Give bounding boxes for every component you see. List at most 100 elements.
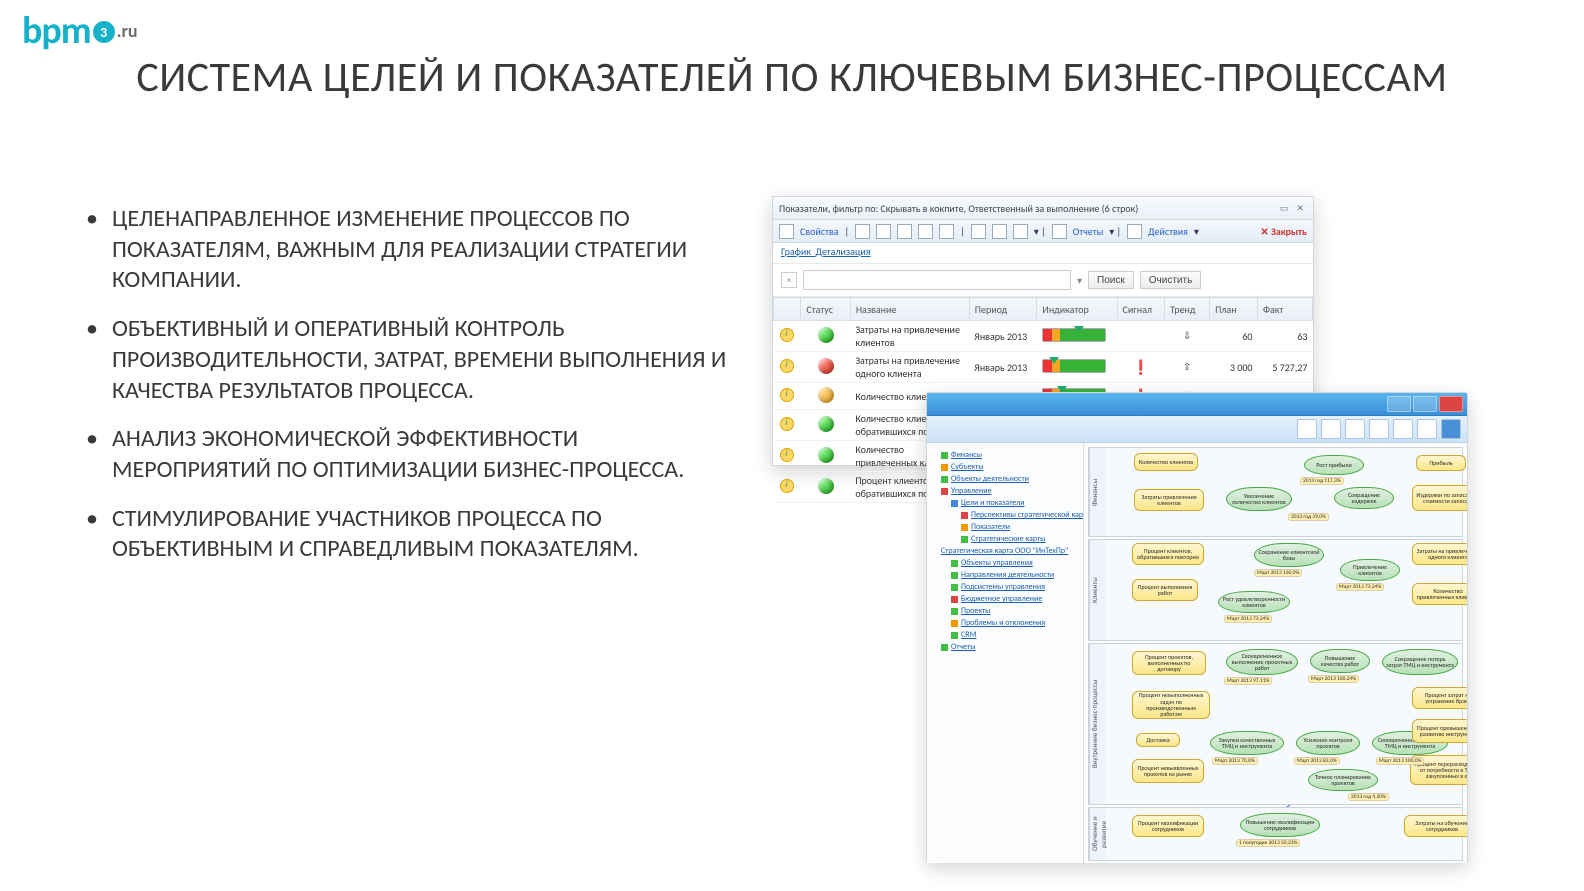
map-node[interactable]: Увеличение количества клиентов: [1226, 487, 1292, 511]
refresh-icon[interactable]: [992, 224, 1007, 239]
map-node[interactable]: Усиление контроля проектов: [1296, 731, 1360, 755]
status-dot: [818, 478, 834, 494]
save-icon[interactable]: [897, 224, 912, 239]
map-node[interactable]: Затраты привлечения клиентов: [1134, 489, 1204, 511]
map-node[interactable]: Издержки по запасам (% стоимости запасов…: [1412, 485, 1467, 511]
close-button[interactable]: ✕ Закрыть: [1260, 225, 1307, 238]
map-node[interactable]: Рост прибыли: [1304, 455, 1364, 475]
toolbar-properties[interactable]: Свойства: [800, 225, 838, 238]
filter-icon[interactable]: [1013, 224, 1028, 239]
col-c4[interactable]: Индикатор: [1037, 298, 1117, 321]
tree-item[interactable]: Отчеты: [931, 641, 1079, 653]
info-icon[interactable]: [780, 388, 794, 402]
tool-icon[interactable]: [1297, 419, 1317, 439]
tree-item[interactable]: Бюджетное управление: [931, 593, 1079, 605]
tree-item[interactable]: Объекты управления: [931, 557, 1079, 569]
properties-icon[interactable]: [779, 224, 794, 239]
tree-item[interactable]: Стратегические карты: [931, 533, 1079, 545]
col-c5[interactable]: Сигнал: [1117, 298, 1165, 321]
col-c8[interactable]: Факт: [1257, 298, 1312, 321]
table-row[interactable]: Затраты на привлечение клиентовЯнварь 20…: [774, 321, 1313, 352]
map-node[interactable]: Процент невыявленных проектов на рынке: [1132, 759, 1204, 783]
tool-icon[interactable]: [1417, 419, 1437, 439]
nav-tree: ФинансыСубъектыОбъекты деятельностиУправ…: [927, 443, 1084, 863]
map-node[interactable]: Затраты на привлечение одного клиента: [1412, 543, 1467, 565]
map-node[interactable]: Процент затрат на устранение брака: [1412, 687, 1467, 709]
row-fact: 63: [1257, 321, 1312, 352]
map-node[interactable]: Процент превышений по развитию инструмен…: [1412, 719, 1467, 743]
info-icon[interactable]: [780, 479, 794, 493]
map-node[interactable]: Количество клиентов: [1134, 453, 1198, 471]
map-node[interactable]: Своевременное выполнение проектных работ: [1226, 649, 1298, 675]
tree-item[interactable]: Управление: [931, 485, 1079, 497]
col-c7[interactable]: План: [1210, 298, 1258, 321]
info-icon[interactable]: [780, 359, 794, 373]
map-node[interactable]: Прибыль: [1416, 455, 1466, 471]
tree-item[interactable]: Проблемы и отклонения: [931, 617, 1079, 629]
tool-icon[interactable]: [1369, 419, 1389, 439]
window-buttons[interactable]: ▭ ✕: [1280, 203, 1307, 214]
map-node[interactable]: Процент клиентов, обратившихся повторно: [1132, 543, 1204, 565]
new-icon[interactable]: [855, 224, 870, 239]
slide-title: СИСТЕМА ЦЕЛЕЙ И ПОКАЗАТЕЛЕЙ ПО КЛЮЧЕВЫМ …: [0, 52, 1584, 105]
tab-chart[interactable]: График: [781, 245, 811, 258]
col-c2[interactable]: Название: [850, 298, 969, 321]
search-input[interactable]: [803, 270, 1071, 290]
toolbar-reports[interactable]: Отчеты: [1073, 225, 1104, 238]
info-icon[interactable]: [780, 448, 794, 462]
metric-tag: 2013 год 117,3%: [1300, 477, 1344, 485]
map-node[interactable]: Закупки качественных ТМЦ и инструмента: [1210, 731, 1284, 755]
map-node[interactable]: Точное планирование проектов: [1308, 769, 1378, 791]
col-c6[interactable]: Тренд: [1165, 298, 1210, 321]
info-icon[interactable]: [780, 417, 794, 431]
tree-item[interactable]: Показатели: [931, 521, 1079, 533]
search-button[interactable]: Поиск: [1088, 271, 1134, 289]
tree-item[interactable]: Направления деятельности: [931, 569, 1079, 581]
map-node[interactable]: Сохранение клиентской базы: [1254, 543, 1324, 567]
print-icon[interactable]: [1052, 224, 1067, 239]
map-node[interactable]: Количество привлеченных клиентов: [1412, 583, 1467, 605]
dropdown-icon[interactable]: ▾: [1077, 274, 1082, 287]
tree-item[interactable]: Перспективы стратегической карты: [931, 509, 1079, 521]
tree-item[interactable]: Подсистемы управления: [931, 581, 1079, 593]
tree-item[interactable]: Финансы: [931, 449, 1079, 461]
tool-icon-active[interactable]: [1441, 419, 1461, 439]
map-node[interactable]: Повышение квалификации сотрудников: [1240, 813, 1320, 837]
tool-icon[interactable]: [1345, 419, 1365, 439]
tool-icon[interactable]: [1393, 419, 1413, 439]
col-c1[interactable]: Статус: [801, 298, 850, 321]
map-node[interactable]: Процент выполнения работ: [1132, 579, 1198, 601]
map-node[interactable]: Рост удовлетворенности клиентов: [1218, 591, 1290, 613]
map-node[interactable]: Сокращение издержек: [1334, 487, 1394, 509]
map-node[interactable]: Сокращение потерь затрат ТМЦ и инструмен…: [1382, 649, 1458, 675]
info-icon[interactable]: [780, 328, 794, 342]
table-row[interactable]: Затраты на привлечение одного клиентаЯнв…: [774, 352, 1313, 383]
map-node[interactable]: Привлечение клиентов: [1340, 559, 1400, 581]
map-node[interactable]: Повышение качества работ: [1310, 649, 1370, 673]
copy-icon[interactable]: [971, 224, 986, 239]
window-controls[interactable]: [1383, 393, 1467, 415]
map-node[interactable]: Процент невыполненных задач по производс…: [1132, 691, 1210, 719]
edit-icon[interactable]: [918, 224, 933, 239]
actions-icon[interactable]: [1127, 224, 1142, 239]
tree-item[interactable]: Объекты деятельности: [931, 473, 1079, 485]
tab-detail[interactable]: Детализация: [815, 245, 870, 258]
clear-button[interactable]: Очистить: [1140, 271, 1202, 289]
col-c3[interactable]: Период: [969, 298, 1037, 321]
tool-icon[interactable]: [1321, 419, 1341, 439]
col-c0[interactable]: [774, 298, 801, 321]
clear-filter-icon[interactable]: ×: [781, 272, 797, 288]
tree-item[interactable]: Субъекты: [931, 461, 1079, 473]
map-node[interactable]: Затраты на обучение сотрудников: [1404, 815, 1467, 837]
delete-icon[interactable]: [939, 224, 954, 239]
toolbar-actions[interactable]: Действия: [1148, 225, 1188, 238]
map-node[interactable]: Процент квалификации сотрудников: [1132, 815, 1204, 837]
row-plan: 3 000: [1210, 352, 1258, 383]
tree-item[interactable]: Стратегическая карта ООО "ИнТехПр": [931, 545, 1079, 557]
tree-item[interactable]: Цели и показатели: [931, 497, 1079, 509]
open-icon[interactable]: [876, 224, 891, 239]
map-node[interactable]: Процент проектов, выполненных по договор…: [1132, 651, 1206, 675]
map-node[interactable]: Доставка: [1136, 733, 1180, 747]
tree-item[interactable]: CRM: [931, 629, 1079, 641]
tree-item[interactable]: Проекты: [931, 605, 1079, 617]
